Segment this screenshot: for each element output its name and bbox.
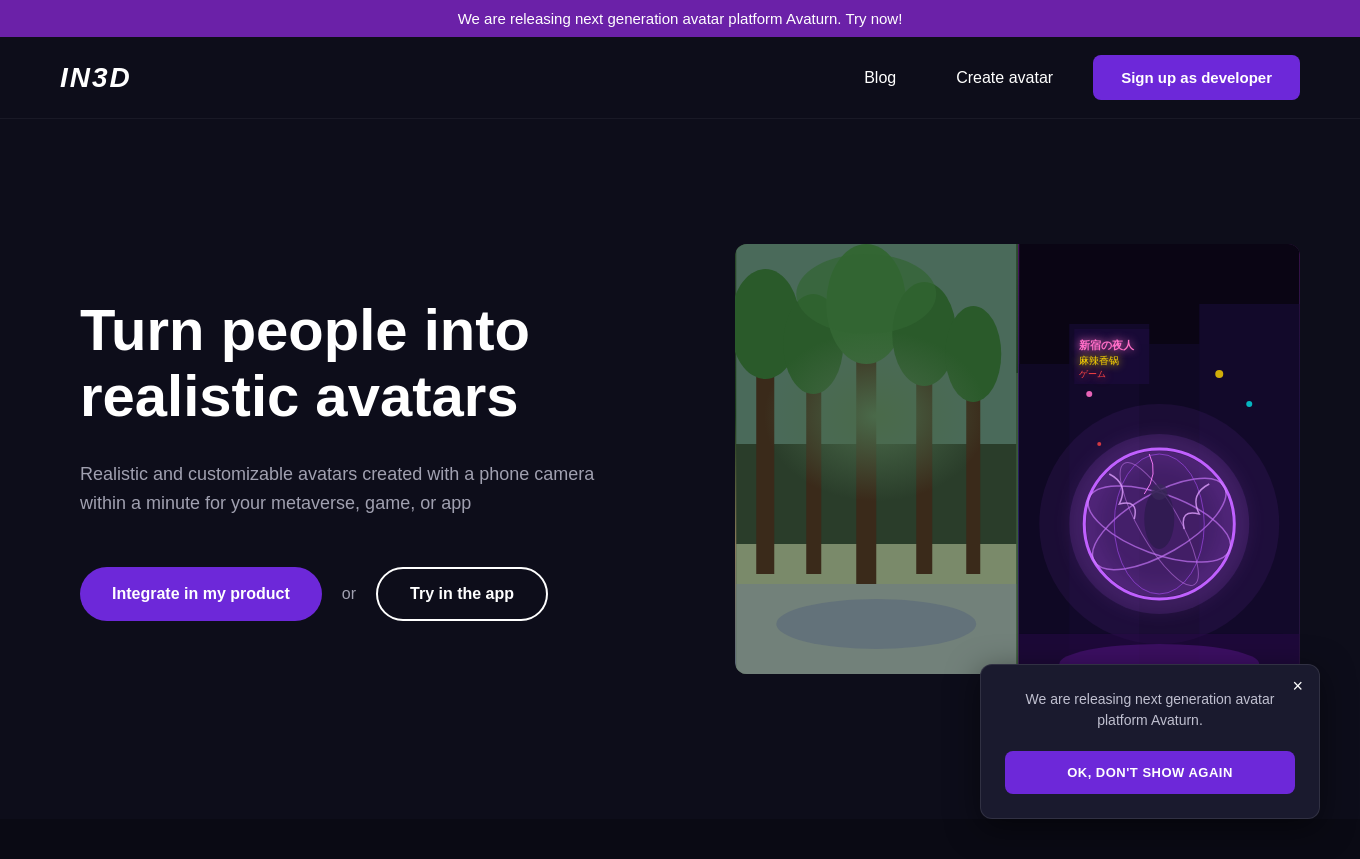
nav-right: Blog Create avatar Sign up as developer: [864, 55, 1300, 100]
nav-blog[interactable]: Blog: [864, 69, 896, 87]
announcement-text: We are releasing next generation avatar …: [458, 10, 903, 27]
navbar: IN3D Blog Create avatar Sign up as devel…: [0, 37, 1360, 119]
nav-create-avatar[interactable]: Create avatar: [956, 69, 1053, 87]
svg-rect-9: [916, 334, 932, 574]
popup-close-button[interactable]: ×: [1292, 677, 1303, 695]
svg-point-15: [776, 599, 976, 649]
svg-rect-11: [966, 354, 980, 574]
hero-actions: Integrate in my product or Try in the ap…: [80, 567, 660, 621]
svg-rect-7: [856, 304, 876, 584]
or-separator: or: [342, 585, 356, 603]
svg-text:麻辣香锅: 麻辣香锅: [1079, 355, 1119, 366]
signup-developer-button[interactable]: Sign up as developer: [1093, 55, 1300, 100]
popup-notification: × We are releasing next generation avata…: [980, 664, 1320, 819]
nav-links: Blog Create avatar: [864, 69, 1053, 87]
hero-image-neon: 新宿の夜人 麻辣香锅 ゲーム: [1018, 244, 1301, 674]
svg-point-34: [1151, 484, 1167, 500]
svg-point-12: [945, 306, 1001, 402]
svg-point-13: [796, 254, 936, 334]
hero-content: Turn people into realistic avatars Reali…: [80, 297, 660, 622]
hero-image-container: 新宿の夜人 麻辣香锅 ゲーム: [735, 244, 1300, 674]
svg-point-36: [1215, 370, 1223, 378]
announcement-banner[interactable]: We are releasing next generation avatar …: [0, 0, 1360, 37]
svg-point-38: [1097, 442, 1101, 446]
try-app-button[interactable]: Try in the app: [376, 567, 548, 621]
svg-point-35: [1086, 391, 1092, 397]
svg-rect-5: [806, 344, 821, 574]
svg-text:ゲーム: ゲーム: [1079, 369, 1106, 379]
hero-description: Realistic and customizable avatars creat…: [80, 460, 600, 518]
hero-image-park: [735, 244, 1018, 674]
bottom-section: [0, 819, 1360, 859]
integrate-button[interactable]: Integrate in my product: [80, 567, 322, 621]
hero-images: 新宿の夜人 麻辣香锅 ゲーム: [720, 244, 1300, 674]
svg-text:新宿の夜人: 新宿の夜人: [1079, 339, 1135, 351]
svg-point-37: [1246, 401, 1252, 407]
popup-ok-button[interactable]: OK, DON'T SHOW AGAIN: [1005, 751, 1295, 794]
logo[interactable]: IN3D: [60, 62, 132, 94]
hero-title: Turn people into realistic avatars: [80, 297, 660, 430]
popup-text: We are releasing next generation avatar …: [1005, 689, 1295, 731]
